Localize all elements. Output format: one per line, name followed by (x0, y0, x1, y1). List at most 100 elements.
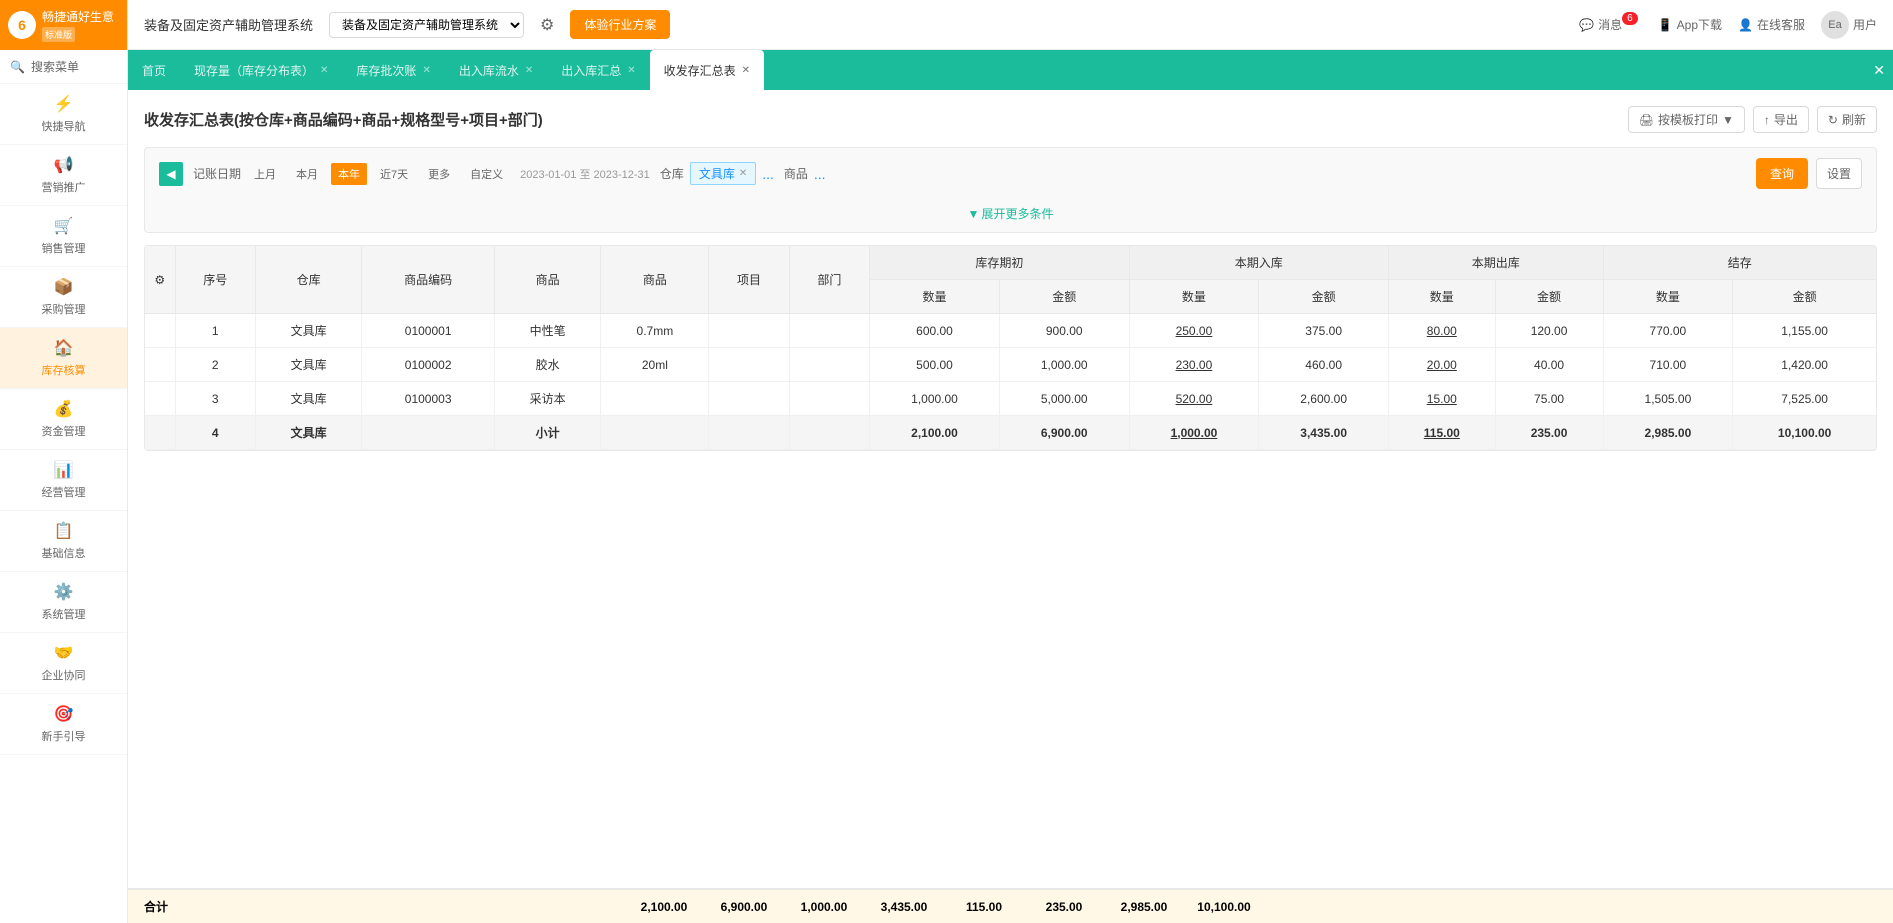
date-btn-last-month[interactable]: 上月 (247, 163, 283, 185)
quick-nav-icon: ⚡ (54, 94, 74, 114)
top-header: 装备及固定资产辅助管理系统 装备及固定资产辅助管理系统 ⚙ 体验行业方案 💬 消… (128, 0, 1893, 50)
sidebar-item-finance[interactable]: 💰 资金管理 (0, 389, 127, 450)
table-row: 1 文具库 0100001 中性笔 0.7mm 600.00 900.00 25… (145, 314, 1876, 348)
warehouse-filter-tag[interactable]: 文具库 ✕ (690, 162, 756, 185)
cell-open-amt: 5,000.00 (999, 382, 1129, 416)
cell-warehouse: 文具库 (255, 348, 361, 382)
tab-inout-summary[interactable]: 出入库汇总 ✕ (547, 50, 649, 90)
total-close-qty: 2,985.00 (1104, 900, 1184, 914)
th-open-qty: 数量 (870, 280, 1000, 314)
subtotal-in-qty[interactable]: 1,000.00 (1129, 416, 1259, 450)
sidebar-item-system[interactable]: ⚙️ 系统管理 (0, 572, 127, 633)
gear-icon[interactable]: ⚙ (540, 15, 554, 35)
chevron-down-icon: ▼ (1722, 113, 1734, 127)
tab-close-batch-ledger[interactable]: ✕ (422, 65, 430, 76)
th-open-amt: 金额 (999, 280, 1129, 314)
th-group-closing: 结存 (1603, 246, 1876, 280)
th-in-qty: 数量 (1129, 280, 1259, 314)
th-in-amt: 金额 (1259, 280, 1389, 314)
tab-batch-ledger[interactable]: 库存批次账 ✕ (342, 50, 444, 90)
sidebar-item-sales[interactable]: 🛒 销售管理 (0, 206, 127, 267)
cell-project (709, 382, 789, 416)
cell-open-amt: 1,000.00 (999, 348, 1129, 382)
sidebar-item-marketing[interactable]: 📢 营销推广 (0, 145, 127, 206)
subtotal-out-qty[interactable]: 115.00 (1389, 416, 1496, 450)
sidebar-item-base-info[interactable]: 📋 基础信息 (0, 511, 127, 572)
cell-in-amt: 460.00 (1259, 348, 1389, 382)
sidebar: 6 畅捷通好生意 标准版 🔍 搜索菜单 ⚡ 快捷导航 📢 营销推广 🛒 销售管理… (0, 0, 128, 923)
tab-close-inout-summary[interactable]: ✕ (627, 65, 635, 76)
th-name: 商品 (494, 246, 600, 314)
cell-in-qty[interactable]: 230.00 (1129, 348, 1259, 382)
tab-home[interactable]: 首页 (128, 50, 180, 90)
sidebar-item-operations[interactable]: 📊 经营管理 (0, 450, 127, 511)
sidebar-item-quick-nav[interactable]: ⚡ 快捷导航 (0, 84, 127, 145)
goods-filter-dots[interactable]: ... (814, 166, 826, 182)
system-title: 装备及固定资产辅助管理系统 (144, 15, 313, 34)
tab-stock-dist[interactable]: 现存量（库存分布表） ✕ (180, 50, 342, 90)
goods-filter-group: 商品 ... (784, 165, 826, 182)
date-btn-custom[interactable]: 自定义 (463, 163, 510, 185)
query-btn[interactable]: 查询 (1756, 158, 1808, 189)
filter-toggle-btn[interactable]: ◀ (159, 162, 183, 186)
subtotal-no: 4 (175, 416, 255, 450)
page-content: 收发存汇总表(按仓库+商品编码+商品+规格型号+项目+部门) 🖨 按模板打印 ▼… (128, 90, 1893, 888)
cell-out-qty[interactable]: 20.00 (1389, 348, 1496, 382)
date-btn-this-year[interactable]: 本年 (331, 163, 367, 185)
total-close-amt: 10,100.00 (1184, 900, 1264, 914)
table-row: 3 文具库 0100003 采访本 1,000.00 5,000.00 520.… (145, 382, 1876, 416)
tabs-close-all-btn[interactable]: ✕ (1873, 62, 1885, 79)
subtotal-open-qty: 2,100.00 (870, 416, 1000, 450)
app-download-item[interactable]: 📱 App下载 (1658, 16, 1722, 33)
print-btn[interactable]: 🖨 按模板打印 ▼ (1628, 106, 1745, 133)
cell-dept (789, 314, 869, 348)
th-dept: 部门 (789, 246, 869, 314)
subtotal-warehouse: 文具库 (255, 416, 361, 450)
warehouse-filter-dots[interactable]: ... (762, 166, 774, 182)
cell-out-qty[interactable]: 15.00 (1389, 382, 1496, 416)
sales-icon: 🛒 (54, 216, 74, 236)
logo-icon: 6 (8, 11, 36, 39)
th-gear[interactable]: ⚙ (145, 246, 175, 314)
search-menu[interactable]: 🔍 搜索菜单 (0, 50, 127, 84)
th-close-qty: 数量 (1603, 280, 1733, 314)
settings-btn[interactable]: 设置 (1816, 158, 1862, 189)
tab-close-recv-send[interactable]: ✕ (742, 65, 750, 76)
warehouse-tag-close[interactable]: ✕ (739, 168, 747, 179)
refresh-btn[interactable]: ↻ 刷新 (1817, 106, 1877, 133)
experience-btn[interactable]: 体验行业方案 (570, 10, 670, 39)
cell-no: 2 (175, 348, 255, 382)
system-select[interactable]: 装备及固定资产辅助管理系统 (329, 12, 524, 38)
date-btn-this-month[interactable]: 本月 (289, 163, 325, 185)
cell-name: 胶水 (494, 348, 600, 382)
date-btn-more[interactable]: 更多 (421, 163, 457, 185)
tab-recv-send-summary[interactable]: 收发存汇总表 ✕ (650, 50, 764, 90)
total-in-amt: 3,435.00 (864, 900, 944, 914)
sidebar-item-inventory[interactable]: 🏠 库存核算 (0, 328, 127, 389)
tab-close-inout-flow[interactable]: ✕ (525, 65, 533, 76)
sidebar-item-purchase[interactable]: 📦 采购管理 (0, 267, 127, 328)
user-avatar: Ea (1821, 11, 1849, 39)
sidebar-item-guide[interactable]: 🎯 新手引导 (0, 694, 127, 755)
sidebar-item-enterprise[interactable]: 🤝 企业协同 (0, 633, 127, 694)
guide-icon: 🎯 (54, 704, 74, 724)
user-item[interactable]: Ea 用户 (1821, 11, 1877, 39)
cell-open-amt: 900.00 (999, 314, 1129, 348)
cell-close-amt: 1,155.00 (1733, 314, 1876, 348)
cell-gear (145, 314, 175, 348)
filter-expand-btn[interactable]: ▼ 展开更多条件 (159, 205, 1862, 222)
cell-in-qty[interactable]: 520.00 (1129, 382, 1259, 416)
date-btn-7days[interactable]: 近7天 (373, 163, 415, 185)
th-out-qty: 数量 (1389, 280, 1496, 314)
tab-inout-flow[interactable]: 出入库流水 ✕ (445, 50, 547, 90)
export-btn[interactable]: ↑ 导出 (1753, 106, 1809, 133)
phone-icon: 📱 (1658, 18, 1673, 32)
cell-out-qty[interactable]: 80.00 (1389, 314, 1496, 348)
online-service-item[interactable]: 👤 在线客服 (1738, 16, 1805, 33)
date-range-display: 2023-01-01 至 2023-12-31 (520, 166, 650, 182)
cell-out-amt: 40.00 (1495, 348, 1603, 382)
cell-in-qty[interactable]: 250.00 (1129, 314, 1259, 348)
cell-open-qty: 500.00 (870, 348, 1000, 382)
message-item[interactable]: 💬 消息 6 (1579, 16, 1642, 33)
tab-close-stock-dist[interactable]: ✕ (320, 65, 328, 76)
